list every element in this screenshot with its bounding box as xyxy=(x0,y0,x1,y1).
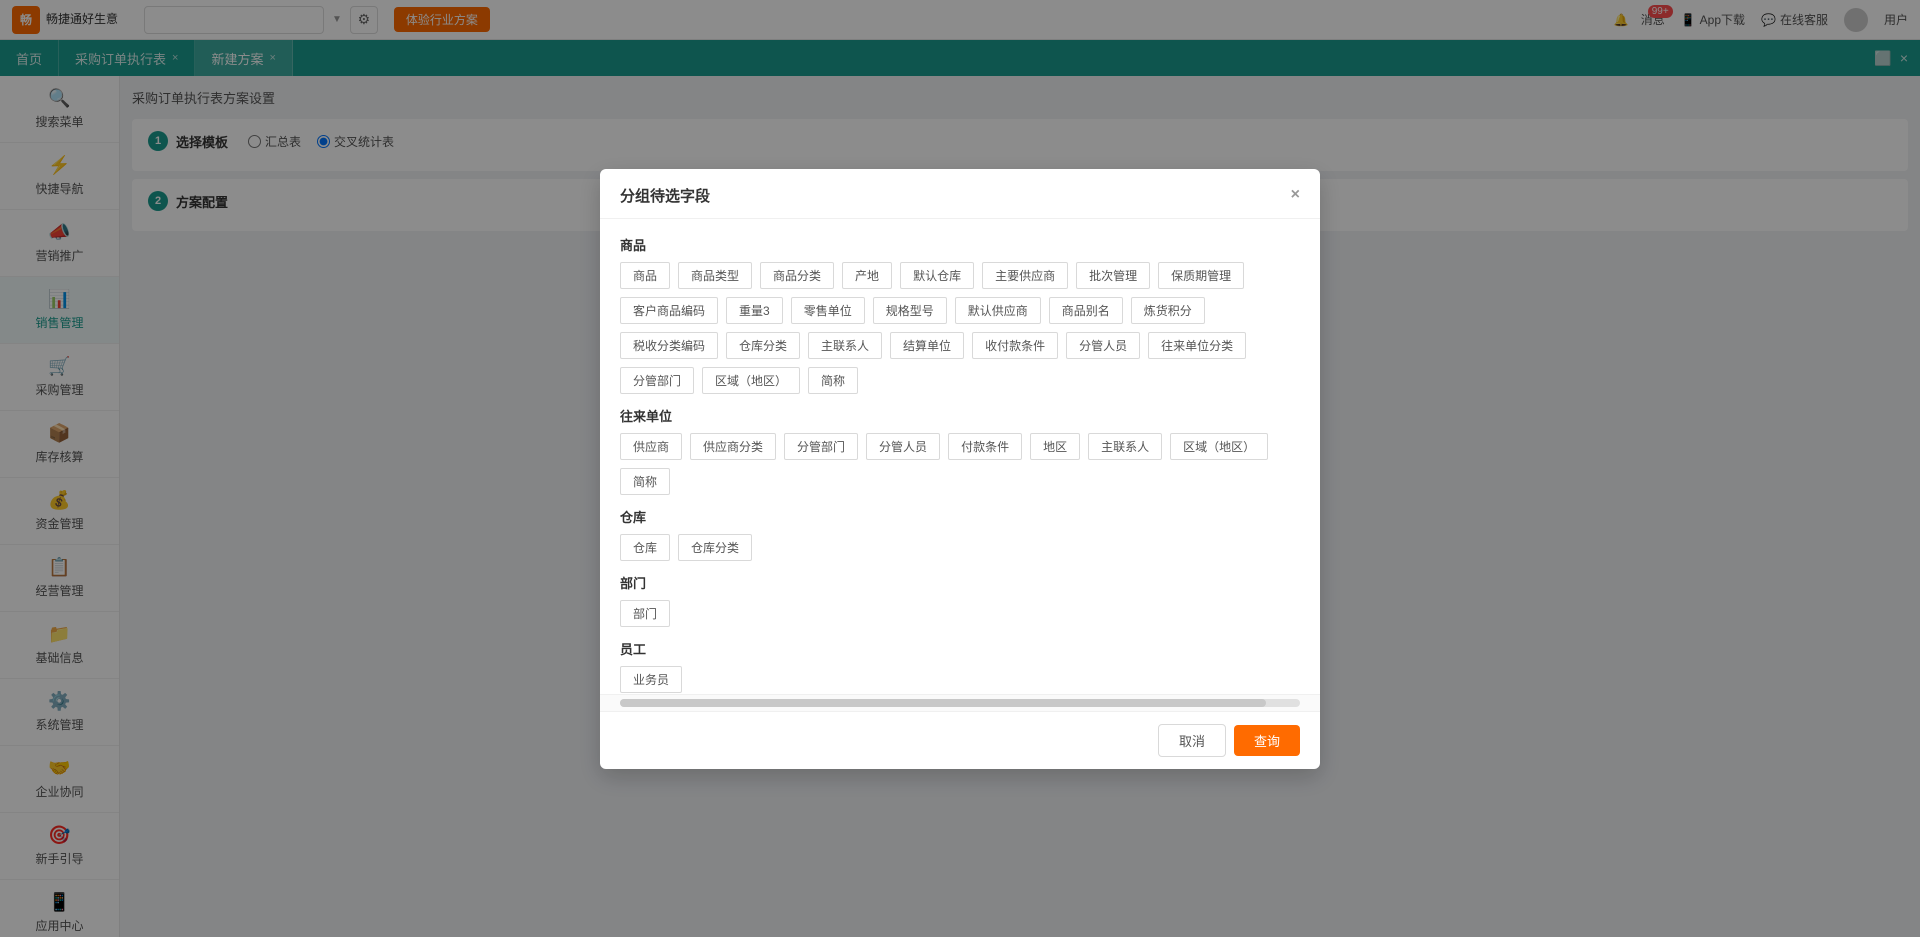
hscroll-track[interactable] xyxy=(620,699,1300,707)
field-tag[interactable]: 默认仓库 xyxy=(900,262,974,289)
field-tag[interactable]: 简称 xyxy=(808,367,858,394)
field-tag[interactable]: 分管人员 xyxy=(1066,332,1140,359)
modal-body: 商品 商品 商品类型 商品分类 产地 默认仓库 主要供应商 批次管理 保质期管理… xyxy=(600,219,1320,694)
field-tag[interactable]: 仓库 xyxy=(620,534,670,561)
modal-close-btn[interactable]: × xyxy=(1291,186,1300,204)
field-tags-goods: 商品 商品类型 商品分类 产地 默认仓库 主要供应商 批次管理 保质期管理 客户… xyxy=(620,262,1300,394)
field-tags-employee: 业务员 xyxy=(620,666,1300,693)
modal-footer: 取消 查询 xyxy=(600,711,1320,769)
field-tag[interactable]: 结算单位 xyxy=(890,332,964,359)
field-tag[interactable]: 默认供应商 xyxy=(955,297,1041,324)
section-title-employee: 员工 xyxy=(620,639,1300,658)
field-tag[interactable]: 区域（地区） xyxy=(702,367,800,394)
field-tag[interactable]: 商品类型 xyxy=(678,262,752,289)
field-tag[interactable]: 部门 xyxy=(620,600,670,627)
field-tag[interactable]: 炼货积分 xyxy=(1131,297,1205,324)
modal-field-select: 分组待选字段 × 商品 商品 商品类型 商品分类 产地 默认仓库 主要供应商 批… xyxy=(600,169,1320,769)
field-tag[interactable]: 业务员 xyxy=(620,666,682,693)
field-tag[interactable]: 供应商 xyxy=(620,433,682,460)
modal-overlay: 分组待选字段 × 商品 商品 商品类型 商品分类 产地 默认仓库 主要供应商 批… xyxy=(0,0,1920,937)
modal-title: 分组待选字段 xyxy=(620,185,710,206)
field-tags-partner: 供应商 供应商分类 分管部门 分管人员 付款条件 地区 主联系人 区域（地区） … xyxy=(620,433,1300,495)
field-tag[interactable]: 仓库分类 xyxy=(726,332,800,359)
field-tag[interactable]: 付款条件 xyxy=(948,433,1022,460)
modal-hscroll-area xyxy=(600,694,1320,711)
field-tag[interactable]: 批次管理 xyxy=(1076,262,1150,289)
field-tags-department: 部门 xyxy=(620,600,1300,627)
field-tag[interactable]: 主联系人 xyxy=(1088,433,1162,460)
hscroll-thumb[interactable] xyxy=(620,699,1266,707)
field-tag[interactable]: 税收分类编码 xyxy=(620,332,718,359)
field-tag[interactable]: 重量3 xyxy=(726,297,783,324)
field-tag[interactable]: 分管人员 xyxy=(866,433,940,460)
field-tag[interactable]: 产地 xyxy=(842,262,892,289)
modal-header: 分组待选字段 × xyxy=(600,169,1320,219)
section-title-goods: 商品 xyxy=(620,235,1300,254)
field-tag[interactable]: 简称 xyxy=(620,468,670,495)
field-tag[interactable]: 主联系人 xyxy=(808,332,882,359)
field-tag[interactable]: 主要供应商 xyxy=(982,262,1068,289)
field-tag[interactable]: 商品 xyxy=(620,262,670,289)
field-tag[interactable]: 分管部门 xyxy=(620,367,694,394)
field-tag[interactable]: 零售单位 xyxy=(791,297,865,324)
field-tag[interactable]: 商品分类 xyxy=(760,262,834,289)
field-tag[interactable]: 收付款条件 xyxy=(972,332,1058,359)
field-tag[interactable]: 供应商分类 xyxy=(690,433,776,460)
cancel-button[interactable]: 取消 xyxy=(1158,724,1226,757)
field-tag[interactable]: 客户商品编码 xyxy=(620,297,718,324)
field-tag[interactable]: 区域（地区） xyxy=(1170,433,1268,460)
field-tag[interactable]: 地区 xyxy=(1030,433,1080,460)
field-tag[interactable]: 往来单位分类 xyxy=(1148,332,1246,359)
field-tag[interactable]: 分管部门 xyxy=(784,433,858,460)
field-tag[interactable]: 保质期管理 xyxy=(1158,262,1244,289)
section-title-department: 部门 xyxy=(620,573,1300,592)
field-tag[interactable]: 规格型号 xyxy=(873,297,947,324)
confirm-button[interactable]: 查询 xyxy=(1234,725,1300,756)
section-title-warehouse: 仓库 xyxy=(620,507,1300,526)
field-tag[interactable]: 商品别名 xyxy=(1049,297,1123,324)
field-tags-warehouse: 仓库 仓库分类 xyxy=(620,534,1300,561)
section-title-partner: 往来单位 xyxy=(620,406,1300,425)
field-tag[interactable]: 仓库分类 xyxy=(678,534,752,561)
